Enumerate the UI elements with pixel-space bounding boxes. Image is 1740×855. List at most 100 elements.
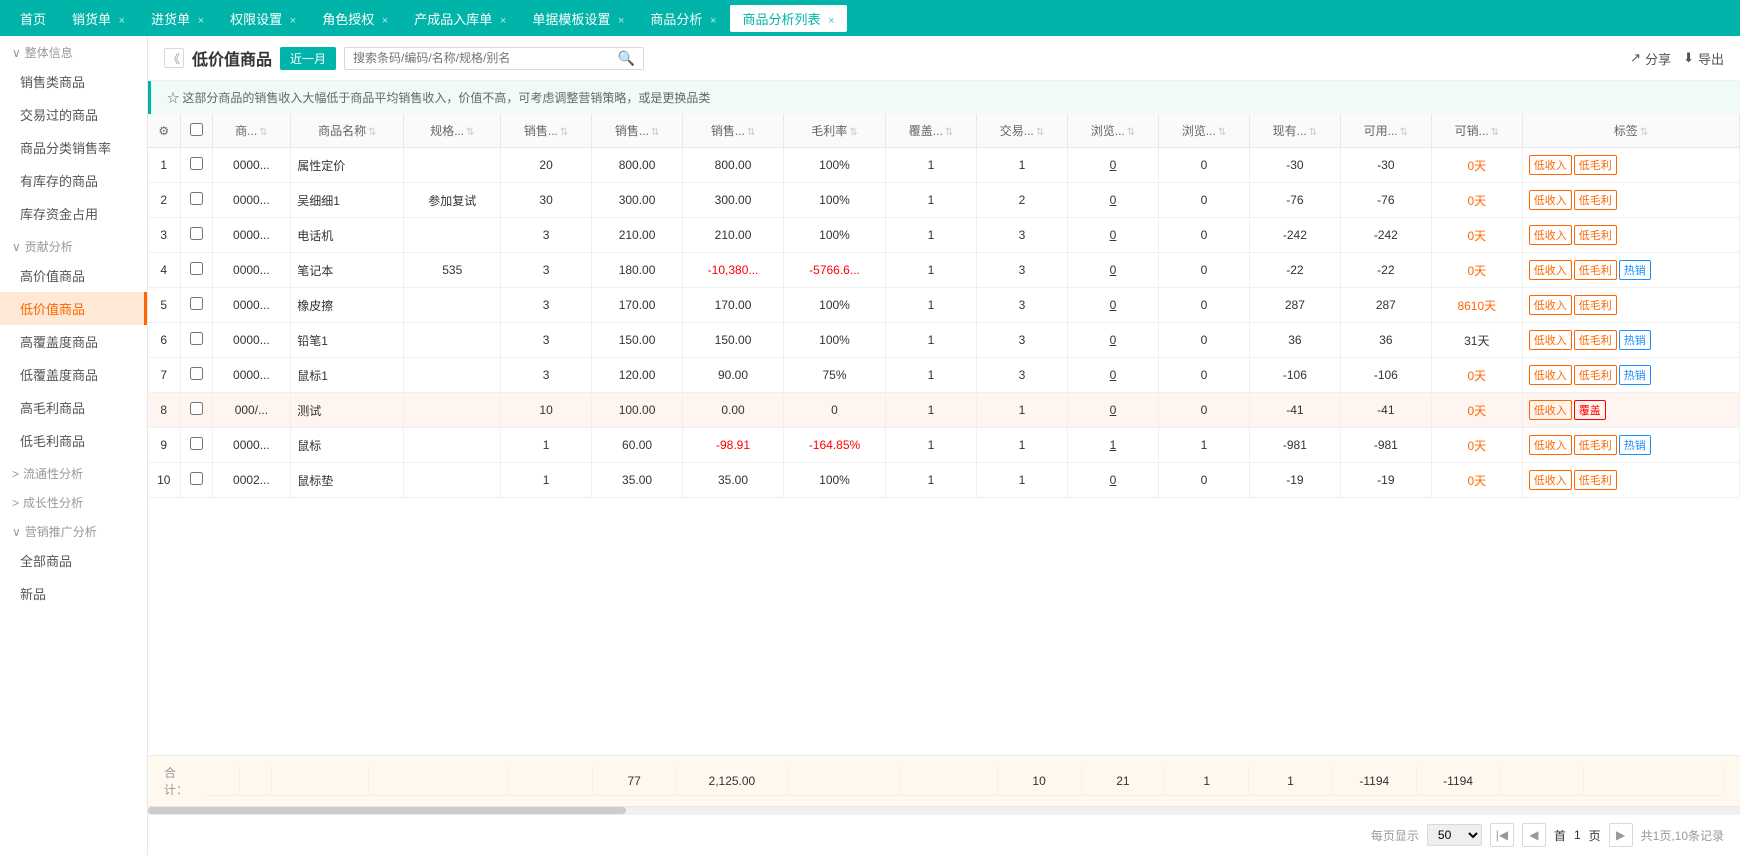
prev-page-button[interactable]: ◀ — [1522, 823, 1546, 847]
export-button[interactable]: ⬇ 导出 — [1683, 49, 1724, 68]
nav-sales-order[interactable]: 销货单 × — [60, 5, 137, 32]
browse1-link[interactable]: 0 — [1110, 403, 1117, 417]
sidebar-item-traded-goods[interactable]: 交易过的商品 — [0, 98, 147, 131]
sidebar-item-all-goods[interactable]: 全部商品 — [0, 544, 147, 577]
th-saleable[interactable]: 可销...⇅ — [1431, 114, 1522, 148]
th-tags[interactable]: 标签⇅ — [1522, 114, 1739, 148]
td-checkbox[interactable] — [180, 253, 212, 288]
row-checkbox[interactable] — [190, 192, 203, 205]
nav-permission[interactable]: 权限设置 × — [218, 5, 308, 32]
nav-role-auth-close[interactable]: × — [382, 15, 388, 27]
first-page-button[interactable]: |◀ — [1490, 823, 1514, 847]
th-browse2[interactable]: 浏览...⇅ — [1158, 114, 1249, 148]
th-gross[interactable]: 毛利率⇅ — [784, 114, 886, 148]
sidebar-item-high-value[interactable]: 高价值商品 — [0, 259, 147, 292]
row-checkbox[interactable] — [190, 367, 203, 380]
td-checkbox[interactable] — [180, 218, 212, 253]
next-page-button[interactable]: ▶ — [1609, 823, 1633, 847]
td-checkbox[interactable] — [180, 288, 212, 323]
browse1-link[interactable]: 0 — [1110, 228, 1117, 242]
td-checkbox[interactable] — [180, 148, 212, 183]
sidebar-item-sales-goods[interactable]: 销售类商品 — [0, 65, 147, 98]
td-browse1[interactable]: 0 — [1067, 183, 1158, 218]
th-stock[interactable]: 现有...⇅ — [1249, 114, 1340, 148]
td-checkbox[interactable] — [180, 463, 212, 498]
th-s3[interactable]: 销售...⇅ — [683, 114, 784, 148]
page-size-select[interactable]: 50 100 200 — [1427, 824, 1482, 846]
td-browse1[interactable]: 0 — [1067, 463, 1158, 498]
th-trade[interactable]: 交易...⇅ — [976, 114, 1067, 148]
td-checkbox[interactable] — [180, 183, 212, 218]
select-all-checkbox[interactable] — [190, 123, 203, 136]
browse1-link[interactable]: 0 — [1110, 333, 1117, 347]
th-spec[interactable]: 规格...⇅ — [404, 114, 501, 148]
nav-role-auth[interactable]: 角色授权 × — [310, 5, 400, 32]
collapse-button[interactable]: 《 — [164, 48, 184, 68]
td-checkbox[interactable] — [180, 323, 212, 358]
nav-template[interactable]: 单据模板设置 × — [520, 5, 636, 32]
browse1-link[interactable]: 0 — [1110, 368, 1117, 382]
sidebar-item-new-goods[interactable]: 新品 — [0, 577, 147, 610]
td-browse1[interactable]: 0 — [1067, 288, 1158, 323]
row-checkbox[interactable] — [190, 157, 203, 170]
nav-template-close[interactable]: × — [618, 15, 624, 27]
th-settings[interactable]: ⚙ — [148, 114, 180, 148]
td-browse1[interactable]: 0 — [1067, 218, 1158, 253]
th-browse1[interactable]: 浏览...⇅ — [1067, 114, 1158, 148]
row-checkbox[interactable] — [190, 262, 203, 275]
data-table-container[interactable]: ⚙ 商...⇅ 商品名称⇅ 规格...⇅ 销售...⇅ 销售...⇅ 销售...… — [148, 114, 1740, 755]
sidebar-item-low-value[interactable]: 低价值商品 — [0, 292, 147, 325]
row-checkbox[interactable] — [190, 297, 203, 310]
nav-permission-close[interactable]: × — [290, 15, 296, 27]
sidebar-group-liquidity[interactable]: > 流通性分析 — [0, 457, 147, 486]
row-checkbox[interactable] — [190, 227, 203, 240]
nav-sales-order-close[interactable]: × — [119, 15, 125, 27]
td-browse1[interactable]: 1 — [1067, 428, 1158, 463]
row-checkbox[interactable] — [190, 332, 203, 345]
browse1-link[interactable]: 0 — [1110, 158, 1117, 172]
td-browse1[interactable]: 0 — [1067, 358, 1158, 393]
browse1-link[interactable]: 0 — [1110, 193, 1117, 207]
search-input[interactable] — [353, 51, 614, 65]
sidebar-item-high-profit[interactable]: 高毛利商品 — [0, 391, 147, 424]
th-avail[interactable]: 可用...⇅ — [1340, 114, 1431, 148]
td-browse1[interactable]: 0 — [1067, 393, 1158, 428]
horizontal-scrollbar[interactable] — [148, 806, 1740, 814]
row-checkbox[interactable] — [190, 472, 203, 485]
nav-goods-analysis[interactable]: 商品分析 × — [638, 5, 728, 32]
sidebar-item-high-coverage[interactable]: 高覆盖度商品 — [0, 325, 147, 358]
sidebar-group-contribution[interactable]: ∨ 贡献分析 — [0, 230, 147, 259]
td-checkbox[interactable] — [180, 358, 212, 393]
th-name[interactable]: 商品名称⇅ — [291, 114, 404, 148]
nav-goods-analysis-list-close[interactable]: × — [828, 15, 834, 27]
browse1-link[interactable]: 1 — [1110, 438, 1117, 452]
td-checkbox[interactable] — [180, 393, 212, 428]
nav-home[interactable]: 首页 — [8, 5, 58, 32]
nav-purchase-order-close[interactable]: × — [198, 15, 204, 27]
sidebar-item-stock-goods[interactable]: 有库存的商品 — [0, 164, 147, 197]
th-s2[interactable]: 销售...⇅ — [592, 114, 683, 148]
nav-goods-analysis-list[interactable]: 商品分析列表 × — [730, 5, 846, 32]
browse1-link[interactable]: 0 — [1110, 298, 1117, 312]
th-s1[interactable]: 销售...⇅ — [501, 114, 592, 148]
sidebar-item-capital[interactable]: 库存资金占用 — [0, 197, 147, 230]
td-browse1[interactable]: 0 — [1067, 253, 1158, 288]
th-coverage[interactable]: 覆盖...⇅ — [886, 114, 977, 148]
th-checkbox[interactable] — [180, 114, 212, 148]
browse1-link[interactable]: 0 — [1110, 263, 1117, 277]
scrollbar-thumb[interactable] — [148, 807, 626, 814]
nav-purchase-order[interactable]: 进货单 × — [139, 5, 216, 32]
nav-product-storage-close[interactable]: × — [500, 15, 506, 27]
sidebar-group-marketing[interactable]: ∨ 营销推广分析 — [0, 515, 147, 544]
sidebar-group-growth[interactable]: > 成长性分析 — [0, 486, 147, 515]
sidebar-group-overall[interactable]: ∨ 整体信息 — [0, 36, 147, 65]
td-checkbox[interactable] — [180, 428, 212, 463]
time-filter-button[interactable]: 近一月 — [280, 47, 336, 70]
th-code[interactable]: 商...⇅ — [212, 114, 291, 148]
sidebar-item-category-sales[interactable]: 商品分类销售率 — [0, 131, 147, 164]
sidebar-item-low-coverage[interactable]: 低覆盖度商品 — [0, 358, 147, 391]
nav-product-storage[interactable]: 产成品入库单 × — [402, 5, 518, 32]
row-checkbox[interactable] — [190, 402, 203, 415]
td-browse1[interactable]: 0 — [1067, 148, 1158, 183]
row-checkbox[interactable] — [190, 437, 203, 450]
